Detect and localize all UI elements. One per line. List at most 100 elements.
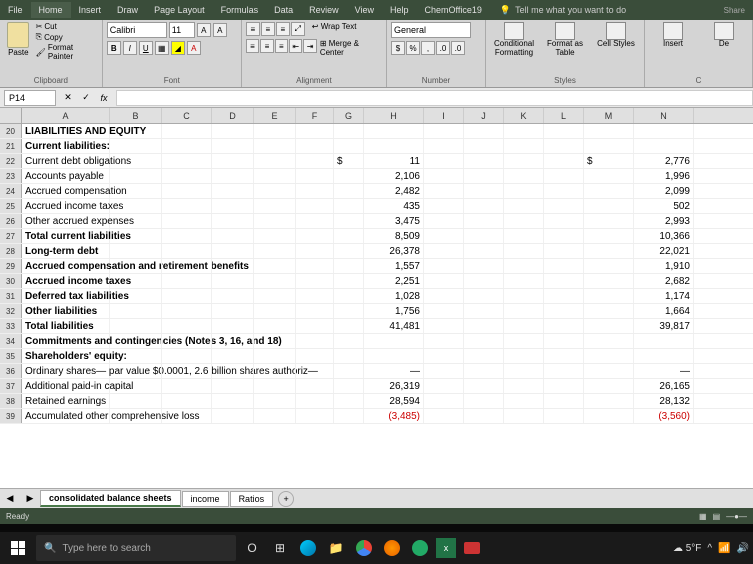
cancel-formula-button[interactable]: ✕ <box>60 90 76 106</box>
cell[interactable] <box>504 289 544 303</box>
col-header[interactable]: E <box>254 108 296 123</box>
view-normal-button[interactable]: ▦ <box>699 512 707 521</box>
percent-button[interactable]: % <box>406 41 420 55</box>
cell[interactable] <box>464 184 504 198</box>
cell[interactable]: 2,251 <box>364 274 424 288</box>
cell[interactable]: 8,509 <box>364 229 424 243</box>
cell[interactable] <box>464 394 504 408</box>
cell[interactable] <box>424 199 464 213</box>
wrap-text-button[interactable]: ↩ Wrap Text <box>312 22 357 36</box>
cell[interactable] <box>254 274 296 288</box>
cell[interactable] <box>504 214 544 228</box>
cell[interactable] <box>584 364 634 378</box>
cell[interactable] <box>212 379 254 393</box>
cell[interactable] <box>334 244 364 258</box>
cell[interactable] <box>296 169 334 183</box>
cell[interactable] <box>544 319 584 333</box>
sheet-nav-next[interactable]: ▶ <box>20 493 40 504</box>
cell[interactable] <box>504 184 544 198</box>
tab-data[interactable]: Data <box>266 2 301 18</box>
cell[interactable] <box>212 244 254 258</box>
cell[interactable] <box>424 349 464 363</box>
row-header[interactable]: 29 <box>0 259 22 273</box>
taskbar-search[interactable]: 🔍 Type here to search <box>36 535 236 561</box>
cell[interactable]: 26,165 <box>634 379 694 393</box>
italic-button[interactable]: I <box>123 41 137 55</box>
cell[interactable] <box>254 184 296 198</box>
row-header[interactable]: 20 <box>0 124 22 138</box>
cell[interactable] <box>110 304 162 318</box>
cell[interactable] <box>110 409 162 423</box>
cell[interactable] <box>544 289 584 303</box>
cell[interactable] <box>296 154 334 168</box>
cell[interactable] <box>504 229 544 243</box>
cell[interactable] <box>334 274 364 288</box>
cell[interactable] <box>296 244 334 258</box>
cell[interactable]: Commitments and contingencies (Notes 3, … <box>22 334 110 348</box>
cell[interactable]: 1,756 <box>364 304 424 318</box>
cell[interactable] <box>110 214 162 228</box>
cell[interactable]: Deferred tax liabilities <box>22 289 110 303</box>
cell[interactable] <box>334 334 364 348</box>
cell[interactable] <box>334 394 364 408</box>
cell[interactable] <box>212 169 254 183</box>
table-row[interactable]: 26Other accrued expenses3,4752,993 <box>0 214 753 229</box>
cell[interactable] <box>504 199 544 213</box>
cell[interactable]: 435 <box>364 199 424 213</box>
cell[interactable] <box>464 169 504 183</box>
cell[interactable] <box>464 364 504 378</box>
cell[interactable] <box>464 124 504 138</box>
cell[interactable] <box>504 394 544 408</box>
cell[interactable] <box>162 334 212 348</box>
cell[interactable] <box>162 244 212 258</box>
cell[interactable] <box>162 319 212 333</box>
copy-button[interactable]: ⎘Copy <box>36 32 98 42</box>
cell[interactable] <box>110 289 162 303</box>
cell[interactable] <box>634 124 694 138</box>
cell[interactable] <box>424 184 464 198</box>
increase-decimal-button[interactable]: .0 <box>436 41 450 55</box>
cell[interactable] <box>464 154 504 168</box>
cell[interactable] <box>254 169 296 183</box>
cell[interactable] <box>254 124 296 138</box>
row-header[interactable]: 35 <box>0 349 22 363</box>
align-left-button[interactable]: ≡ <box>246 39 259 53</box>
cell[interactable] <box>296 124 334 138</box>
cell[interactable] <box>110 319 162 333</box>
cell[interactable] <box>296 364 334 378</box>
cell[interactable] <box>364 139 424 153</box>
cell[interactable] <box>424 259 464 273</box>
cell[interactable] <box>464 319 504 333</box>
cell[interactable] <box>334 169 364 183</box>
cell[interactable] <box>544 154 584 168</box>
row-header[interactable]: 21 <box>0 139 22 153</box>
table-row[interactable]: 22Current debt obligations$11$2,776 <box>0 154 753 169</box>
cell[interactable]: 28,594 <box>364 394 424 408</box>
tab-view[interactable]: View <box>347 2 382 18</box>
cell[interactable] <box>212 139 254 153</box>
cell[interactable] <box>162 409 212 423</box>
underline-button[interactable]: U <box>139 41 153 55</box>
cell[interactable]: 2,993 <box>634 214 694 228</box>
cell[interactable]: 2,776 <box>634 154 694 168</box>
format-as-table-button[interactable]: Format as Table <box>541 22 589 58</box>
align-center-button[interactable]: ≡ <box>260 39 273 53</box>
table-row[interactable]: 27Total current liabilities8,50910,366 <box>0 229 753 244</box>
currency-button[interactable]: $ <box>391 41 405 55</box>
row-header[interactable]: 23 <box>0 169 22 183</box>
col-header[interactable]: N <box>634 108 694 123</box>
cell[interactable]: 26,319 <box>364 379 424 393</box>
number-format-select[interactable] <box>391 22 471 38</box>
cell[interactable] <box>584 379 634 393</box>
app-icon[interactable] <box>408 536 432 560</box>
zoom-slider[interactable]: —●— <box>726 512 747 521</box>
cell[interactable] <box>544 274 584 288</box>
add-sheet-button[interactable]: + <box>278 491 294 507</box>
file-explorer-icon[interactable]: 📁 <box>324 536 348 560</box>
cell[interactable] <box>296 199 334 213</box>
cell[interactable] <box>544 349 584 363</box>
orientation-button[interactable]: ⤢ <box>291 22 305 36</box>
cell[interactable] <box>162 229 212 243</box>
cell[interactable] <box>504 409 544 423</box>
cell[interactable] <box>584 124 634 138</box>
